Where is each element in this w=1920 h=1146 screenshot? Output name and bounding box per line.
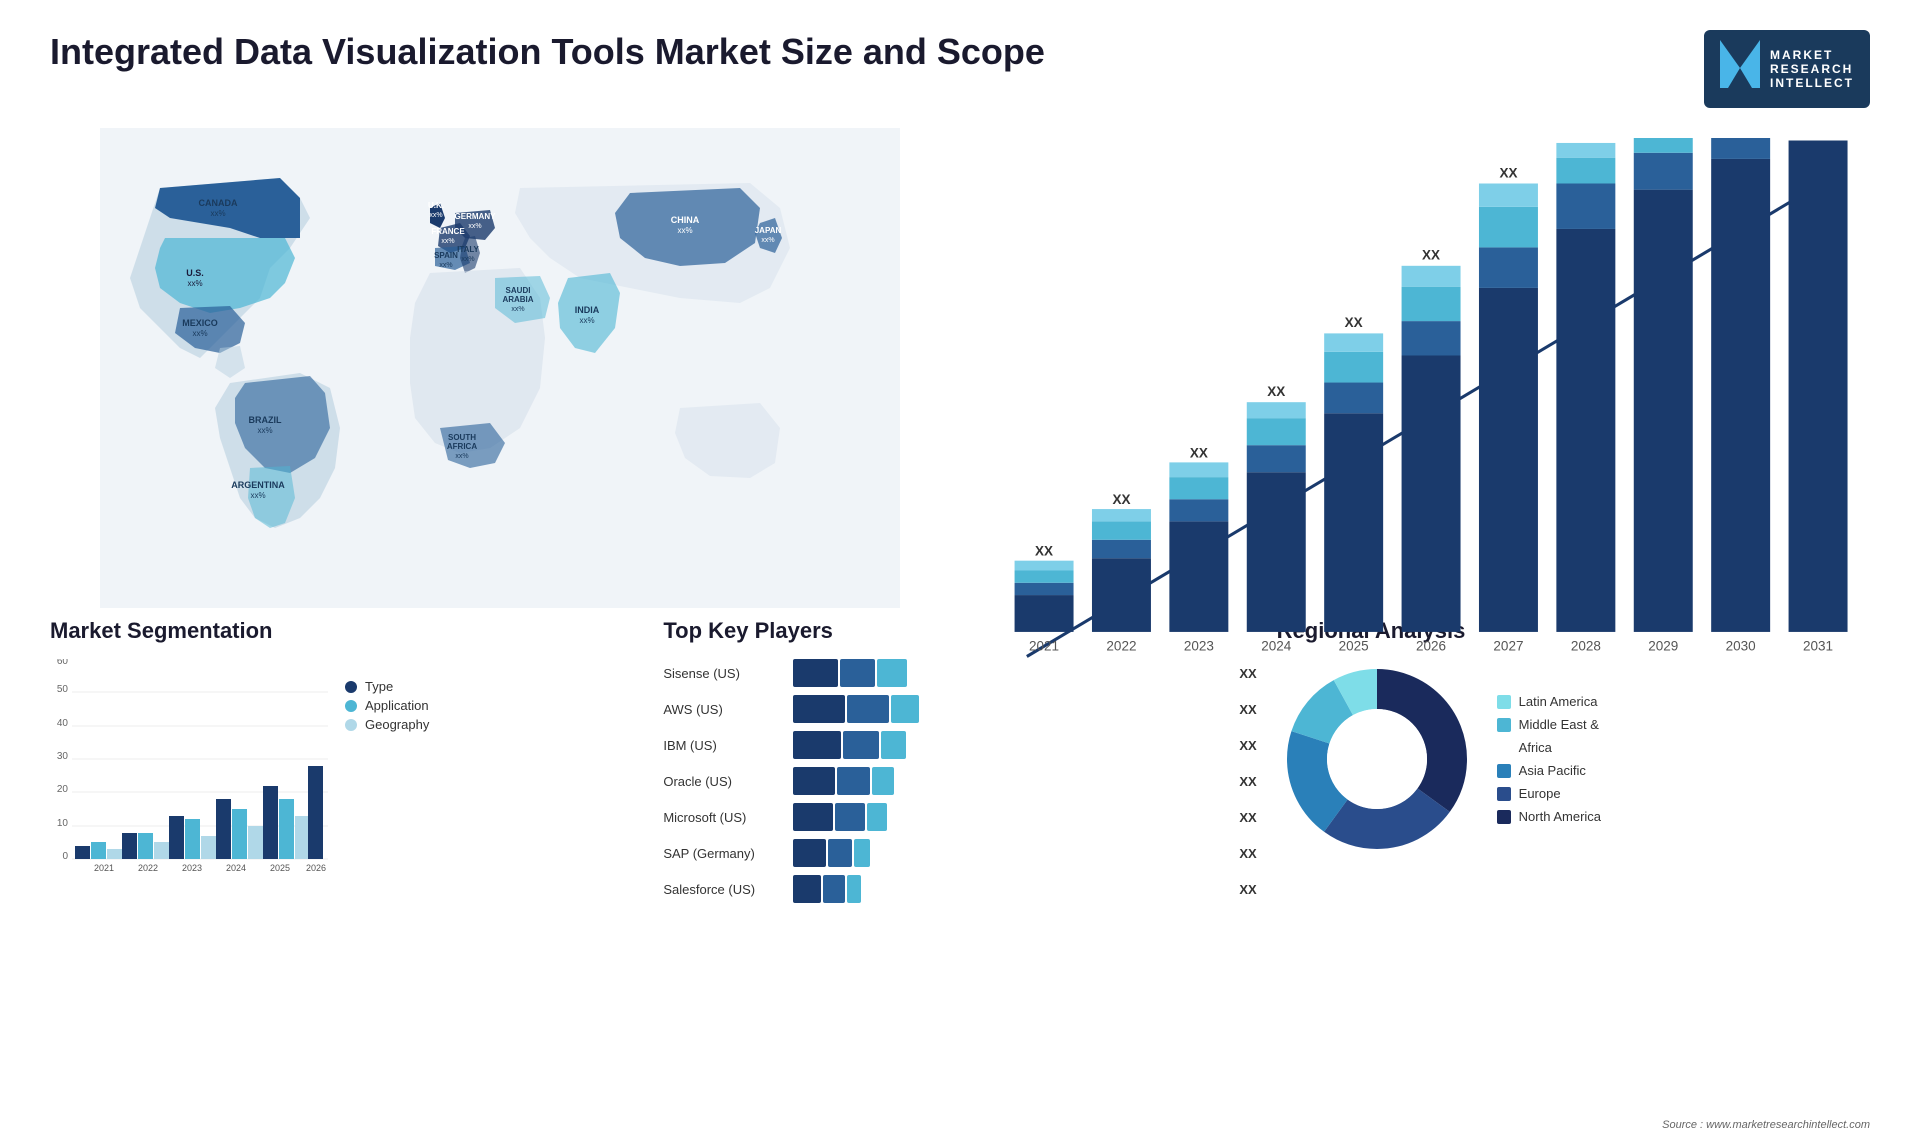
svg-text:XX: XX [1577, 138, 1595, 141]
world-map-section: CANADA xx% U.S. xx% MEXICO xx% BRAZIL xx… [50, 128, 950, 608]
svg-text:2031: 2031 [1803, 638, 1833, 653]
svg-text:2025: 2025 [270, 863, 290, 873]
page-container: Integrated Data Visualization Tools Mark… [0, 0, 1920, 1146]
svg-text:xx%: xx% [429, 212, 442, 219]
header: Integrated Data Visualization Tools Mark… [50, 30, 1870, 108]
legend-middle-east-sub: Middle East & Africa Africa [1519, 740, 1601, 755]
svg-text:20: 20 [57, 784, 69, 795]
svg-text:xx%: xx% [761, 237, 774, 244]
player-row: SAP (Germany) XX [663, 839, 1256, 867]
svg-text:XX: XX [1267, 384, 1285, 399]
svg-text:2023: 2023 [1184, 638, 1214, 653]
logo-box: MARKET RESEARCH INTELLECT [1704, 30, 1870, 108]
svg-text:50: 50 [57, 684, 69, 695]
growth-chart-section: XX 2021 XX 2022 XX 2023 [970, 128, 1870, 718]
legend-geography: Geography [345, 717, 429, 732]
legend-type: Type [345, 679, 429, 694]
svg-text:ITALY: ITALY [457, 245, 479, 254]
source-text: Source : www.marketresearchintellect.com [1662, 1119, 1870, 1131]
svg-text:xx%: xx% [511, 306, 524, 313]
world-map-svg: CANADA xx% U.S. xx% MEXICO xx% BRAZIL xx… [50, 128, 950, 608]
svg-text:2029: 2029 [1648, 638, 1678, 653]
player-row: Salesforce (US) XX [663, 875, 1256, 903]
svg-text:2021: 2021 [1029, 638, 1059, 653]
svg-text:2025: 2025 [1339, 638, 1369, 653]
svg-text:2026: 2026 [1416, 638, 1446, 653]
segmentation-section: Market Segmentation 0 10 20 30 40 50 60 [50, 618, 643, 903]
svg-text:XX: XX [1035, 544, 1053, 559]
legend-europe: Europe [1497, 786, 1601, 801]
svg-text:XX: XX [1190, 445, 1208, 460]
svg-text:2026: 2026 [306, 863, 326, 873]
svg-text:U.K.: U.K. [428, 201, 444, 210]
svg-text:0: 0 [62, 851, 68, 862]
svg-text:2022: 2022 [138, 863, 158, 873]
svg-text:XX: XX [1422, 248, 1440, 263]
svg-text:2024: 2024 [226, 863, 246, 873]
segmentation-chart: 0 10 20 30 40 50 60 [50, 659, 330, 879]
svg-text:2030: 2030 [1726, 638, 1756, 653]
svg-text:GERMANY: GERMANY [455, 212, 497, 221]
svg-text:XX: XX [1345, 315, 1363, 330]
svg-text:U.S.: U.S. [186, 268, 204, 278]
legend-application: Application [345, 698, 429, 713]
svg-text:xx%: xx% [439, 262, 452, 269]
svg-text:xx%: xx% [455, 453, 468, 460]
svg-text:xx%: xx% [210, 209, 225, 218]
page-title: Integrated Data Visualization Tools Mark… [50, 30, 1045, 73]
svg-text:xx%: xx% [192, 329, 207, 338]
growth-chart-svg: XX 2021 XX 2022 XX 2023 [990, 138, 1850, 708]
svg-text:2022: 2022 [1106, 638, 1136, 653]
svg-text:ARABIA: ARABIA [502, 295, 533, 304]
legend-middle-east: Middle East & [1497, 717, 1601, 732]
svg-text:2023: 2023 [182, 863, 202, 873]
svg-text:FRANCE: FRANCE [431, 227, 465, 236]
svg-text:AFRICA: AFRICA [447, 442, 477, 451]
svg-text:XX: XX [1112, 492, 1130, 507]
svg-text:SAUDI: SAUDI [506, 286, 531, 295]
svg-text:MEXICO: MEXICO [182, 318, 218, 328]
player-row: IBM (US) XX [663, 731, 1256, 759]
svg-text:40: 40 [57, 718, 69, 729]
svg-text:xx%: xx% [677, 226, 692, 235]
logo-letter [1720, 40, 1760, 98]
player-row: Microsoft (US) XX [663, 803, 1256, 831]
logo-container: MARKET RESEARCH INTELLECT [1704, 30, 1870, 108]
logo-text: MARKET RESEARCH INTELLECT [1770, 48, 1854, 90]
svg-text:30: 30 [57, 751, 69, 762]
svg-text:2028: 2028 [1571, 638, 1601, 653]
segmentation-title: Market Segmentation [50, 618, 643, 644]
svg-text:XX: XX [1499, 165, 1517, 180]
svg-text:xx%: xx% [187, 279, 202, 288]
svg-text:xx%: xx% [441, 238, 454, 245]
svg-text:CANADA: CANADA [199, 198, 238, 208]
svg-text:SOUTH: SOUTH [448, 433, 476, 442]
seg-legend: Type Application Geography [345, 679, 429, 879]
player-row: Oracle (US) XX [663, 767, 1256, 795]
svg-text:xx%: xx% [461, 256, 474, 263]
svg-text:xx%: xx% [250, 491, 265, 500]
svg-text:2024: 2024 [1261, 638, 1292, 653]
svg-text:2027: 2027 [1493, 638, 1523, 653]
svg-text:xx%: xx% [257, 426, 272, 435]
svg-text:ARGENTINA: ARGENTINA [231, 480, 285, 490]
svg-text:SPAIN: SPAIN [434, 251, 458, 260]
svg-text:INDIA: INDIA [575, 305, 600, 315]
svg-text:JAPAN: JAPAN [755, 226, 782, 235]
svg-text:xx%: xx% [579, 316, 594, 325]
legend-asia-pacific: Asia Pacific [1497, 763, 1601, 778]
svg-text:xx%: xx% [468, 223, 481, 230]
svg-text:BRAZIL: BRAZIL [249, 415, 282, 425]
svg-text:10: 10 [57, 818, 69, 829]
svg-text:CHINA: CHINA [671, 215, 700, 225]
svg-text:60: 60 [57, 659, 69, 667]
legend-north-america: North America [1497, 809, 1601, 824]
svg-text:2021: 2021 [94, 863, 114, 873]
